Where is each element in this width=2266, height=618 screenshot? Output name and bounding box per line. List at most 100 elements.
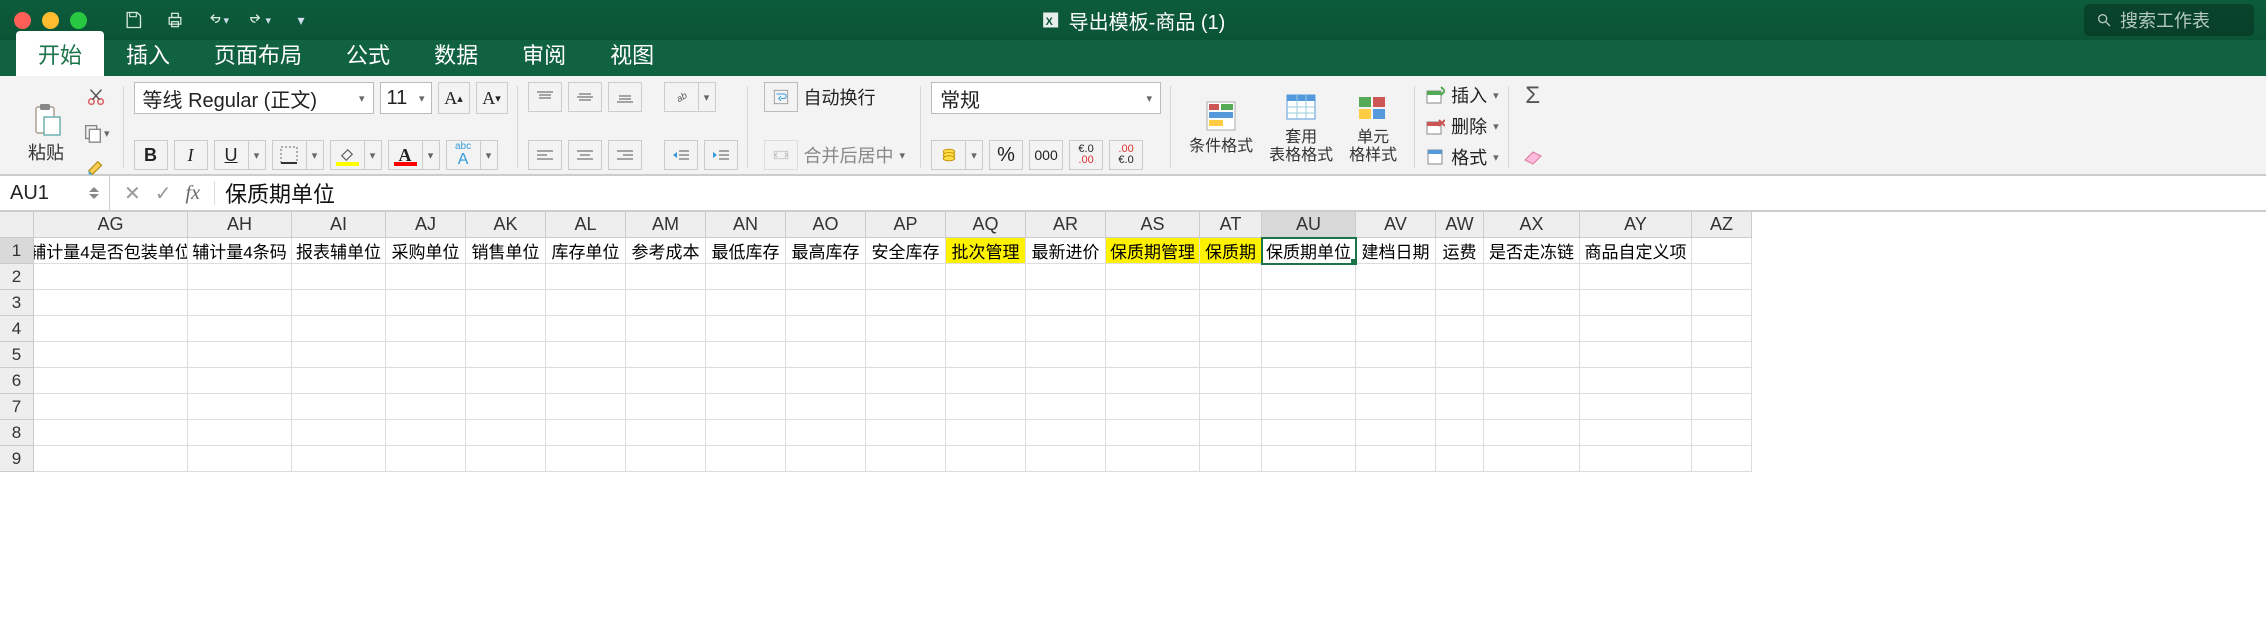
cell-AM8[interactable] xyxy=(626,420,706,446)
cell-AT1[interactable]: 保质期 xyxy=(1200,238,1262,264)
cell-AL7[interactable] xyxy=(546,394,626,420)
cell-AK2[interactable] xyxy=(466,264,546,290)
cell-AK5[interactable] xyxy=(466,342,546,368)
currency-dropdown[interactable]: ▾ xyxy=(965,140,983,170)
column-header-AX[interactable]: AX xyxy=(1484,212,1580,238)
cell-AO6[interactable] xyxy=(786,368,866,394)
cell-AY3[interactable] xyxy=(1580,290,1692,316)
cell-AM9[interactable] xyxy=(626,446,706,472)
align-top-button[interactable] xyxy=(528,82,562,112)
decrease-decimal-button[interactable]: .00€.0 xyxy=(1109,140,1143,170)
row-header-8[interactable]: 8 xyxy=(0,420,34,446)
name-box-spinner[interactable] xyxy=(89,176,105,210)
delete-cells-button[interactable]: 删除▾ xyxy=(1425,113,1499,139)
tab-数据[interactable]: 数据 xyxy=(412,31,500,76)
cell-AU2[interactable] xyxy=(1262,264,1356,290)
cell-AR6[interactable] xyxy=(1026,368,1106,394)
row-header-2[interactable]: 2 xyxy=(0,264,34,290)
cell-AL5[interactable] xyxy=(546,342,626,368)
cell-AI5[interactable] xyxy=(292,342,386,368)
cell-AM3[interactable] xyxy=(626,290,706,316)
column-header-AZ[interactable]: AZ xyxy=(1692,212,1752,238)
cell-AQ2[interactable] xyxy=(946,264,1026,290)
cell-AK8[interactable] xyxy=(466,420,546,446)
cell-AH9[interactable] xyxy=(188,446,292,472)
cell-AK4[interactable] xyxy=(466,316,546,342)
cell-AT3[interactable] xyxy=(1200,290,1262,316)
cell-AJ3[interactable] xyxy=(386,290,466,316)
cell-AL9[interactable] xyxy=(546,446,626,472)
cell-AT8[interactable] xyxy=(1200,420,1262,446)
cell-AL8[interactable] xyxy=(546,420,626,446)
qat-customize-icon[interactable]: ▾ xyxy=(289,8,313,32)
save-icon[interactable] xyxy=(121,8,145,32)
cell-AV1[interactable]: 建档日期 xyxy=(1356,238,1436,264)
increase-decimal-button[interactable]: €.0.00 xyxy=(1069,140,1103,170)
cell-AP3[interactable] xyxy=(866,290,946,316)
column-header-AR[interactable]: AR xyxy=(1026,212,1106,238)
cell-AM7[interactable] xyxy=(626,394,706,420)
cancel-formula-button[interactable]: ✕ xyxy=(124,181,141,206)
borders-dropdown[interactable]: ▾ xyxy=(306,140,324,170)
cell-AM1[interactable]: 参考成本 xyxy=(626,238,706,264)
cell-AS3[interactable] xyxy=(1106,290,1200,316)
column-header-AS[interactable]: AS xyxy=(1106,212,1200,238)
cell-AX3[interactable] xyxy=(1484,290,1580,316)
cell-AR2[interactable] xyxy=(1026,264,1106,290)
cell-AU4[interactable] xyxy=(1262,316,1356,342)
cell-AR3[interactable] xyxy=(1026,290,1106,316)
cell-AR9[interactable] xyxy=(1026,446,1106,472)
cell-AS5[interactable] xyxy=(1106,342,1200,368)
cell-AU9[interactable] xyxy=(1262,446,1356,472)
cell-AO5[interactable] xyxy=(786,342,866,368)
cell-AX7[interactable] xyxy=(1484,394,1580,420)
cell-AG8[interactable] xyxy=(34,420,188,446)
cell-AV4[interactable] xyxy=(1356,316,1436,342)
column-header-AK[interactable]: AK xyxy=(466,212,546,238)
cell-AZ3[interactable] xyxy=(1692,290,1752,316)
row-header-3[interactable]: 3 xyxy=(0,290,34,316)
cell-AY9[interactable] xyxy=(1580,446,1692,472)
wrap-text-button[interactable]: 自动换行 xyxy=(758,82,882,112)
column-header-AM[interactable]: AM xyxy=(626,212,706,238)
row-header-6[interactable]: 6 xyxy=(0,368,34,394)
cell-AJ8[interactable] xyxy=(386,420,466,446)
merge-center-button[interactable]: 合并后居中▾ xyxy=(758,140,912,170)
select-all-corner[interactable] xyxy=(0,212,34,238)
increase-indent-button[interactable] xyxy=(704,140,738,170)
decrease-font-size-button[interactable]: A▾ xyxy=(476,82,508,114)
bold-button[interactable]: B xyxy=(134,140,168,170)
cell-AW3[interactable] xyxy=(1436,290,1484,316)
row-header-5[interactable]: 5 xyxy=(0,342,34,368)
decrease-indent-button[interactable] xyxy=(664,140,698,170)
font-size-select[interactable]: 11▾ xyxy=(380,82,432,114)
cell-AH5[interactable] xyxy=(188,342,292,368)
name-box[interactable]: AU1 xyxy=(0,176,110,210)
cell-AN9[interactable] xyxy=(706,446,786,472)
cell-AP8[interactable] xyxy=(866,420,946,446)
cell-AQ4[interactable] xyxy=(946,316,1026,342)
cell-AL3[interactable] xyxy=(546,290,626,316)
insert-function-button[interactable]: fx xyxy=(186,182,200,205)
cell-AM6[interactable] xyxy=(626,368,706,394)
align-right-button[interactable] xyxy=(608,140,642,170)
cell-AO3[interactable] xyxy=(786,290,866,316)
cell-AN6[interactable] xyxy=(706,368,786,394)
cell-AK1[interactable]: 销售单位 xyxy=(466,238,546,264)
comma-style-button[interactable]: 000 xyxy=(1029,140,1063,170)
cell-AK9[interactable] xyxy=(466,446,546,472)
cell-AX6[interactable] xyxy=(1484,368,1580,394)
row-header-4[interactable]: 4 xyxy=(0,316,34,342)
cell-AP2[interactable] xyxy=(866,264,946,290)
cell-AX9[interactable] xyxy=(1484,446,1580,472)
font-color-button[interactable]: A xyxy=(388,140,422,170)
cell-AV7[interactable] xyxy=(1356,394,1436,420)
cell-AT4[interactable] xyxy=(1200,316,1262,342)
cell-AM5[interactable] xyxy=(626,342,706,368)
increase-font-size-button[interactable]: A▴ xyxy=(438,82,470,114)
cell-AZ7[interactable] xyxy=(1692,394,1752,420)
column-header-AU[interactable]: AU xyxy=(1262,212,1356,238)
cell-AM2[interactable] xyxy=(626,264,706,290)
cell-AW1[interactable]: 运费 xyxy=(1436,238,1484,264)
cell-AQ8[interactable] xyxy=(946,420,1026,446)
